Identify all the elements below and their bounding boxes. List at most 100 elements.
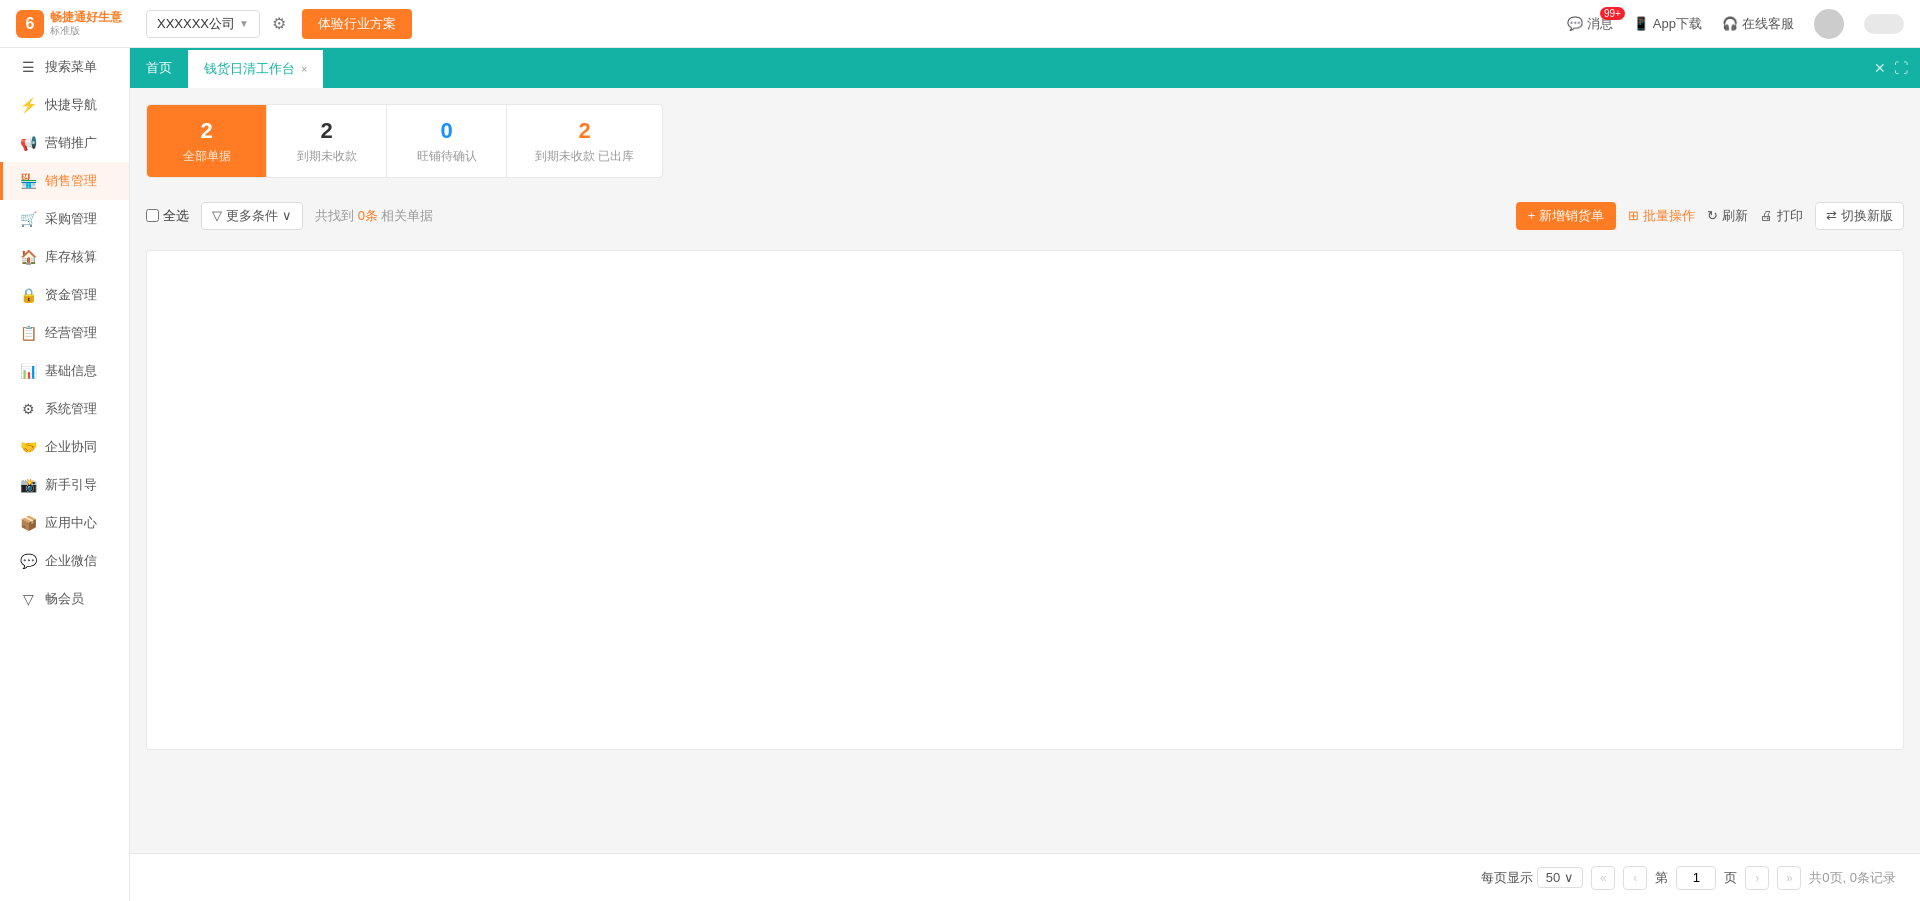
found-text: 共找到 0条 相关单据	[315, 207, 433, 225]
refresh-icon: ↻	[1707, 208, 1718, 223]
stat-card-overdue-shipped[interactable]: 2 到期未收款 已出库	[507, 105, 662, 177]
nav-tabs: 首页 钱货日清工作台 × ✕ ⛶	[130, 48, 1920, 88]
logo-text: 畅捷通好生意 标准版	[50, 10, 122, 36]
app-download-label: App下载	[1653, 15, 1702, 33]
logo-area: 6 畅捷通好生意 标准版	[16, 10, 146, 38]
select-all-checkbox[interactable]	[146, 209, 159, 222]
company-dropdown-arrow: ▼	[239, 18, 249, 29]
window-close-btn[interactable]: ✕	[1874, 60, 1886, 76]
select-all-label: 全选	[163, 207, 189, 225]
sidebar-label-app-center: 应用中心	[45, 514, 97, 532]
inventory-icon: 🏠	[19, 249, 37, 265]
sidebar-item-basic-info[interactable]: 📊 基础信息	[0, 352, 129, 390]
sidebar-item-cooperation[interactable]: 🤝 企业协同	[0, 428, 129, 466]
sidebar-label-purchase: 采购管理	[45, 210, 97, 228]
avatar[interactable]	[1814, 9, 1844, 39]
filter-btn[interactable]: ▽ 更多条件 ∨	[201, 202, 303, 230]
logo-icon: 6	[16, 10, 44, 38]
batch-label: 批量操作	[1643, 207, 1695, 225]
company-selector[interactable]: XXXXXX公司 ▼	[146, 10, 260, 38]
page-size-arrow: ∨	[1564, 870, 1574, 885]
settings-btn[interactable]: ⚙	[272, 14, 286, 33]
cooperation-icon: 🤝	[19, 439, 37, 455]
print-label: 打印	[1777, 207, 1803, 225]
stat-card-overdue[interactable]: 2 到期未收款	[267, 105, 387, 177]
next-page-btn[interactable]: ›	[1745, 866, 1769, 890]
stats-row: 2 全部单据 2 到期未收款 0 旺铺待确认 2 到期未收款 已出库	[146, 104, 663, 178]
found-count: 0条	[358, 208, 378, 223]
select-all-area[interactable]: 全选	[146, 207, 189, 225]
switch-label: 切换新版	[1841, 207, 1893, 225]
marketing-icon: 📢	[19, 135, 37, 151]
messages-btn[interactable]: 💬 消息 99+	[1567, 15, 1613, 33]
pagination: 每页显示 50 ∨ « ‹ 第 页 › » 共0页, 0条记录	[130, 853, 1920, 901]
quick-nav-icon: ⚡	[19, 97, 37, 113]
sidebar-label-operation: 经营管理	[45, 324, 97, 342]
sidebar-label-guide: 新手引导	[45, 476, 97, 494]
sidebar-item-quick-nav[interactable]: ⚡ 快捷导航	[0, 86, 129, 124]
sidebar-item-wechat[interactable]: 💬 企业微信	[0, 542, 129, 580]
nav-tab-actions: ✕ ⛶	[1874, 60, 1920, 76]
top-bar: 6 畅捷通好生意 标准版 XXXXXX公司 ▼ ⚙ 体验行业方案 💬 消息 99…	[0, 0, 1920, 48]
stat-number-pending: 0	[415, 117, 478, 146]
stat-card-all[interactable]: 2 全部单据	[147, 105, 267, 177]
page-label-end: 页	[1724, 869, 1737, 887]
sidebar-item-finance[interactable]: 🔒 资金管理	[0, 276, 129, 314]
sidebar-item-inventory[interactable]: 🏠 库存核算	[0, 238, 129, 276]
switch-icon: ⇄	[1826, 208, 1837, 223]
sidebar-label-cooperation: 企业协同	[45, 438, 97, 456]
sidebar: ☰ 搜索菜单 ⚡ 快捷导航 📢 营销推广 🏪 销售管理 🛒 采购管理 🏠 库存核…	[0, 0, 130, 901]
add-order-btn[interactable]: + 新增销货单	[1516, 202, 1616, 230]
filter-icon: ▽	[212, 208, 222, 223]
sidebar-label-inventory: 库存核算	[45, 248, 97, 266]
sidebar-item-guide[interactable]: 📸 新手引导	[0, 466, 129, 504]
window-expand-btn[interactable]: ⛶	[1894, 60, 1908, 76]
sidebar-item-purchase[interactable]: 🛒 采购管理	[0, 200, 129, 238]
stat-card-pending[interactable]: 0 旺铺待确认	[387, 105, 507, 177]
service-icon: 🎧	[1722, 16, 1738, 31]
settings-icon: ⚙	[272, 15, 286, 32]
first-page-btn[interactable]: «	[1591, 866, 1615, 890]
experience-btn[interactable]: 体验行业方案	[302, 9, 412, 39]
print-icon: 🖨	[1760, 208, 1773, 223]
last-page-btn[interactable]: »	[1777, 866, 1801, 890]
refresh-btn[interactable]: ↻ 刷新	[1707, 207, 1748, 225]
prev-page-btn[interactable]: ‹	[1623, 866, 1647, 890]
sidebar-item-sales[interactable]: 🏪 销售管理	[0, 162, 129, 200]
page-label: 第	[1655, 869, 1668, 887]
tab-close-icon[interactable]: ×	[301, 63, 307, 75]
user-name-area[interactable]	[1864, 14, 1904, 34]
print-btn[interactable]: 🖨 打印	[1760, 207, 1803, 225]
sidebar-item-search-menu[interactable]: ☰ 搜索菜单	[0, 48, 129, 86]
app-download-btn[interactable]: 📱 App下载	[1633, 15, 1702, 33]
system-icon: ⚙	[19, 401, 37, 417]
message-icon: 💬	[1567, 16, 1583, 31]
page-input[interactable]	[1676, 866, 1716, 890]
toolbar: 全选 ▽ 更多条件 ∨ 共找到 0条 相关单据 + 新增销货单 ⊞ 批量操作 ↻…	[146, 194, 1904, 238]
total-info: 共0页, 0条记录	[1809, 869, 1896, 887]
stat-number-all: 2	[175, 117, 238, 146]
sidebar-label-sales: 销售管理	[45, 172, 97, 190]
table-area	[146, 250, 1904, 750]
wechat-icon: 💬	[19, 553, 37, 569]
page-size-label: 每页显示	[1481, 869, 1533, 887]
batch-icon: ⊞	[1628, 208, 1639, 223]
sidebar-item-system[interactable]: ⚙ 系统管理	[0, 390, 129, 428]
tab-home[interactable]: 首页	[130, 48, 188, 88]
sidebar-item-operation[interactable]: 📋 经营管理	[0, 314, 129, 352]
basic-info-icon: 📊	[19, 363, 37, 379]
switch-version-btn[interactable]: ⇄ 切换新版	[1815, 202, 1904, 230]
sales-icon: 🏪	[19, 173, 37, 189]
filter-label: 更多条件	[226, 207, 278, 225]
sidebar-item-marketing[interactable]: 📢 营销推广	[0, 124, 129, 162]
sidebar-item-app-center[interactable]: 📦 应用中心	[0, 504, 129, 542]
sidebar-item-member[interactable]: ▽ 畅会员	[0, 580, 129, 618]
page-size-select: 每页显示 50 ∨	[1481, 867, 1583, 888]
stat-number-overdue-shipped: 2	[535, 117, 634, 146]
batch-operation-btn[interactable]: ⊞ 批量操作	[1628, 207, 1695, 225]
page-size-box[interactable]: 50 ∨	[1537, 867, 1583, 888]
main-content: 2 全部单据 2 到期未收款 0 旺铺待确认 2 到期未收款 已出库 全选 ▽ …	[130, 88, 1920, 901]
online-service-btn[interactable]: 🎧 在线客服	[1722, 15, 1794, 33]
search-menu-icon: ☰	[19, 59, 37, 75]
tab-work-bench[interactable]: 钱货日清工作台 ×	[188, 48, 323, 88]
